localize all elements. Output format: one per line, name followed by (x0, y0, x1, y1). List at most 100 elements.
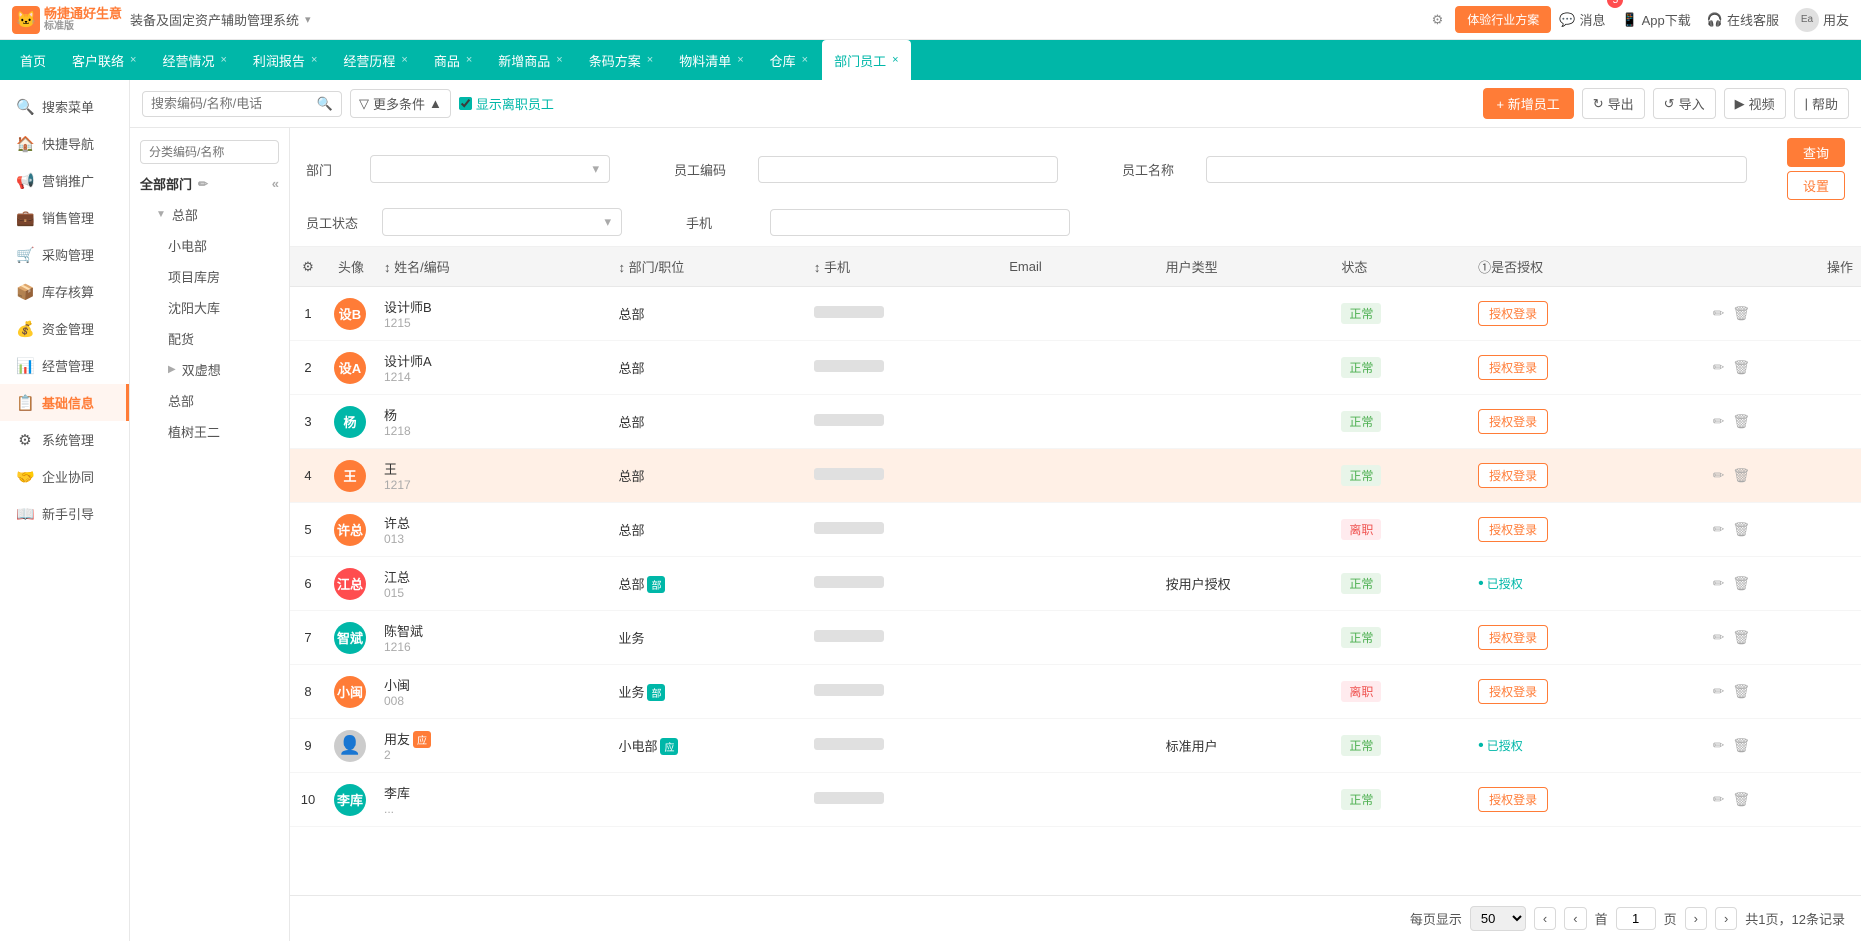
tab-warehouse[interactable]: 仓库× (758, 40, 820, 80)
sidebar-item-system[interactable]: ⚙ 系统管理 (0, 421, 129, 458)
close-icon[interactable]: × (311, 54, 317, 66)
delete-icon[interactable]: 🗑 (1732, 305, 1750, 322)
show-resigned-checkbox[interactable]: 显示离职员工 (459, 94, 554, 113)
auth-cell[interactable]: 授权登录 (1470, 773, 1704, 827)
page-input[interactable] (1616, 907, 1656, 930)
dept-item-shenyang[interactable]: 沈阳大库 (130, 292, 289, 323)
delete-icon[interactable]: 🗑 (1732, 467, 1750, 484)
sidebar-item-operations[interactable]: 📊 经营管理 (0, 347, 129, 384)
tab-new-goods[interactable]: 新增商品× (486, 40, 574, 80)
edit-icon[interactable]: ✏ (1713, 629, 1725, 646)
delete-icon[interactable]: 🗑 (1732, 359, 1750, 376)
auth-cell[interactable]: 授权登录 (1470, 665, 1704, 719)
filter-more-btn[interactable]: ▽ 更多条件 ▲ (350, 89, 451, 118)
emp-status-select[interactable]: ▾ (382, 208, 622, 236)
dept-search-box[interactable] (130, 136, 289, 168)
phone-input[interactable] (770, 209, 1070, 236)
auth-button[interactable]: 授权登录 (1478, 355, 1548, 380)
auth-cell[interactable]: 授权登录 (1470, 287, 1704, 341)
tab-barcode[interactable]: 条码方案× (577, 40, 665, 80)
close-icon[interactable]: × (647, 54, 653, 66)
emp-name-input[interactable] (1206, 156, 1747, 183)
edit-icon[interactable]: ✏ (1713, 521, 1725, 538)
sidebar-item-purchase[interactable]: 🛒 采购管理 (0, 236, 129, 273)
tab-customer[interactable]: 客户联络× (60, 40, 148, 80)
delete-icon[interactable]: 🗑 (1732, 629, 1750, 646)
user-item[interactable]: Ea 用友 (1795, 8, 1849, 32)
close-icon[interactable]: × (401, 54, 407, 66)
auth-button[interactable]: 授权登录 (1478, 787, 1548, 812)
edit-icon[interactable]: ✏ (1713, 575, 1725, 592)
auth-button[interactable]: 授权登录 (1478, 463, 1548, 488)
prev-page-button[interactable]: ‹ (1564, 907, 1586, 930)
auth-button[interactable]: 授权登录 (1478, 517, 1548, 542)
delete-icon[interactable]: 🗑 (1732, 683, 1750, 700)
col-phone[interactable]: ↕ 手机 (806, 247, 1001, 287)
delete-icon[interactable]: 🗑 (1732, 521, 1750, 538)
resigned-checkbox-input[interactable] (459, 97, 472, 110)
edit-icon[interactable]: ✏ (1713, 791, 1725, 808)
dept-item-shuangxu[interactable]: ▶ 双虚想 (130, 354, 289, 385)
sidebar-item-marketing[interactable]: 📢 营销推广 (0, 162, 129, 199)
edit-icon[interactable]: ✏ (1713, 737, 1725, 754)
emp-code-input[interactable] (758, 156, 1058, 183)
online-service-item[interactable]: 🎧 在线客服 (1707, 10, 1779, 29)
sidebar-item-finance[interactable]: 💰 资金管理 (0, 310, 129, 347)
collapse-icon[interactable]: « (272, 176, 279, 191)
settings-button[interactable]: 设置 (1787, 171, 1845, 200)
tab-profit[interactable]: 利润报告× (241, 40, 329, 80)
sidebar-item-inventory[interactable]: 📦 库存核算 (0, 273, 129, 310)
last-page-button[interactable]: › (1715, 907, 1737, 930)
close-icon[interactable]: × (737, 54, 743, 66)
sidebar-item-nav[interactable]: 🏠 快捷导航 (0, 125, 129, 162)
tab-history[interactable]: 经营历程× (331, 40, 419, 80)
sidebar-item-sales[interactable]: 💼 销售管理 (0, 199, 129, 236)
dept-item-project[interactable]: 项目库房 (130, 261, 289, 292)
dept-filter-select[interactable]: ▾ (370, 155, 610, 183)
close-icon[interactable]: × (130, 54, 136, 66)
auth-cell[interactable]: 授权登录 (1470, 395, 1704, 449)
view-button[interactable]: ▶ 视频 (1724, 88, 1786, 119)
dept-item-hq2[interactable]: 总部 (130, 385, 289, 416)
close-icon[interactable]: × (466, 54, 472, 66)
dept-item-xiaodian[interactable]: 小电部 (130, 230, 289, 261)
auth-cell[interactable]: 已授权 (1470, 719, 1704, 773)
delete-icon[interactable]: 🗑 (1732, 791, 1750, 808)
tab-goods[interactable]: 商品× (422, 40, 484, 80)
tab-dept-staff[interactable]: 部门员工× (822, 40, 910, 80)
auth-cell[interactable]: 授权登录 (1470, 341, 1704, 395)
delete-icon[interactable]: 🗑 (1732, 413, 1750, 430)
add-employee-button[interactable]: + 新增员工 (1483, 88, 1574, 119)
edit-icon[interactable]: ✏ (1713, 413, 1725, 430)
auth-cell[interactable]: 授权登录 (1470, 503, 1704, 557)
help-button[interactable]: | 帮助 (1794, 88, 1849, 119)
edit-icon[interactable]: ✏ (1713, 359, 1725, 376)
search-input[interactable] (151, 96, 313, 111)
tab-bom[interactable]: 物料清单× (667, 40, 755, 80)
import-button[interactable]: ↺ 导入 (1653, 88, 1716, 119)
per-page-select[interactable]: 50 20 100 (1470, 906, 1526, 931)
sidebar-item-guide[interactable]: 📖 新手引导 (0, 495, 129, 532)
auth-button[interactable]: 授权登录 (1478, 301, 1548, 326)
sidebar-item-search[interactable]: 🔍 搜索菜单 (0, 88, 129, 125)
app-download-item[interactable]: 📱 App下载 (1621, 10, 1690, 29)
dept-item-headquarter[interactable]: ▼ 总部 (130, 199, 289, 230)
close-icon[interactable]: × (892, 54, 898, 66)
auth-cell[interactable]: 已授权 (1470, 557, 1704, 611)
dept-search-input[interactable] (140, 140, 279, 164)
edit-icon[interactable]: ✏ (1713, 305, 1725, 322)
sidebar-item-basic[interactable]: 📋 基础信息 (0, 384, 129, 421)
dept-item-distribution[interactable]: 配货 (130, 323, 289, 354)
auth-button[interactable]: 授权登录 (1478, 409, 1548, 434)
delete-icon[interactable]: 🗑 (1732, 737, 1750, 754)
auth-cell[interactable]: 授权登录 (1470, 449, 1704, 503)
close-icon[interactable]: × (802, 54, 808, 66)
delete-icon[interactable]: 🗑 (1732, 575, 1750, 592)
auth-button[interactable]: 授权登录 (1478, 679, 1548, 704)
close-icon[interactable]: × (556, 54, 562, 66)
first-page-button[interactable]: ‹ (1534, 907, 1556, 930)
col-name[interactable]: ↕ 姓名/编码 (376, 247, 610, 287)
next-page-button[interactable]: › (1685, 907, 1707, 930)
search-button[interactable]: 查询 (1787, 138, 1845, 167)
edit-icon[interactable]: ✏ (198, 177, 208, 191)
